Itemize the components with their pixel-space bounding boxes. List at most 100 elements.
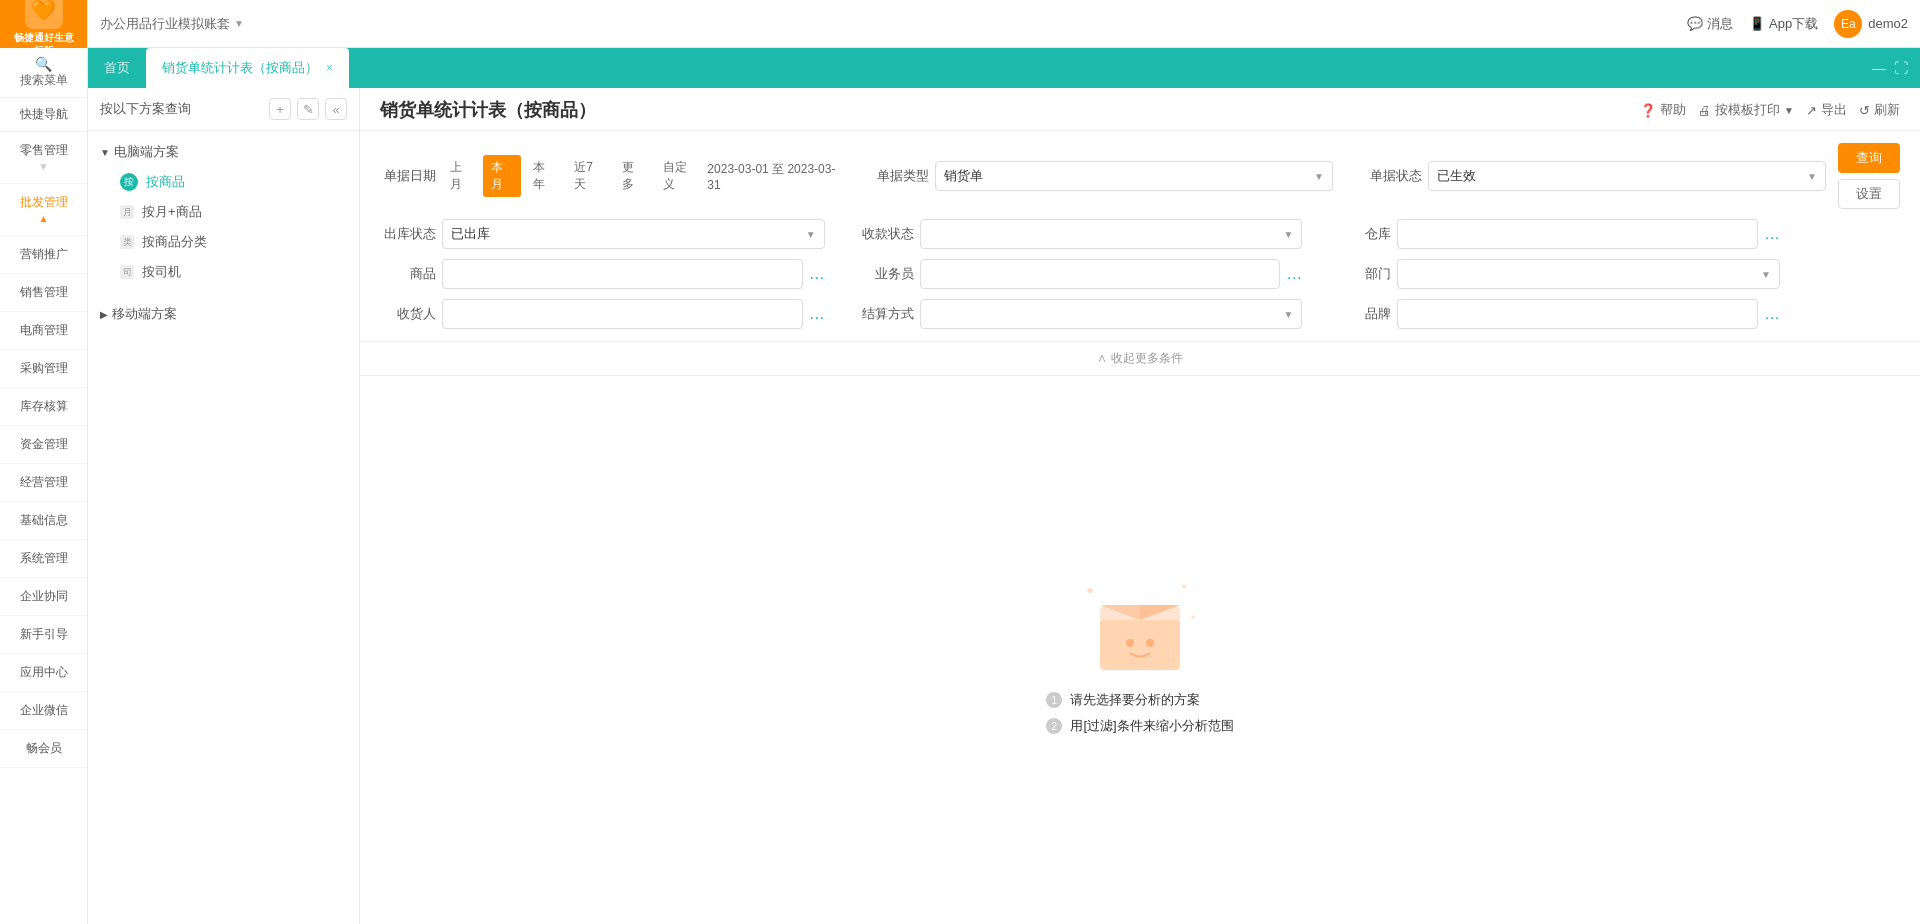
filter-cell-dept: 部门 ▼ (1335, 259, 1780, 289)
sidebar-item-sales[interactable]: 销售管理 (0, 274, 87, 312)
message-icon: 💬 (1687, 16, 1703, 31)
scheme-item-driver[interactable]: 司 按司机 (88, 257, 359, 287)
app-download-label: App下载 (1769, 15, 1818, 33)
filter-cell-warehouse: 仓库 … (1335, 219, 1780, 249)
collapse-panel-btn[interactable]: « (325, 98, 347, 120)
dept-select[interactable]: ▼ (1397, 259, 1780, 289)
sidebar: 🧡 畅捷通好生意 标版 🔍 搜索菜单 快捷导航 零售管理 ▼ 批发管理 ▲ 营销… (0, 0, 88, 924)
date-range-text: 2023-03-01 至 2023-03-31 (707, 161, 840, 192)
scheme-parent-mobile[interactable]: ▶ 移动端方案 (88, 299, 359, 329)
goods-ellipsis[interactable]: … (809, 265, 825, 283)
query-area: 销货单统计计表（按商品） ❓ 帮助 🖨 按模板打印 ▼ ↗ 导出 (360, 88, 1920, 924)
sidebar-item-label: 畅会员 (0, 740, 87, 757)
settlement-label: 结算方式 (858, 305, 914, 323)
tab-home[interactable]: 首页 (88, 48, 146, 88)
sidebar-item-wechat[interactable]: 企业微信 (0, 692, 87, 730)
payment-select[interactable]: ▼ (920, 219, 1303, 249)
scheme-label: 按司机 (142, 263, 181, 281)
sidebar-item-newuser[interactable]: 新手引导 (0, 616, 87, 654)
collapse-bar[interactable]: ∧ 收起更多条件 (360, 342, 1920, 376)
svg-text:✦: ✦ (1180, 581, 1188, 592)
chevron-down-icon: ▼ (1761, 269, 1771, 280)
scheme-parent-desktop[interactable]: ▼ 电脑端方案 (88, 137, 359, 167)
edit-scheme-btn[interactable]: ✎ (297, 98, 319, 120)
salesman-ellipsis[interactable]: … (1286, 265, 1302, 283)
date-label: 单据日期 (380, 167, 436, 185)
empty-illustration: ✦ ✦ ✦ (1075, 565, 1205, 675)
chevron-down-icon: ▼ (1807, 171, 1817, 182)
print-dropdown-icon: ▼ (1784, 105, 1794, 116)
tab-sales-report-label: 销货单统计计表（按商品） (162, 59, 318, 77)
filter-panel-header: 按以下方案查询 + ✎ « (88, 88, 359, 131)
query-button[interactable]: 查询 (1838, 143, 1900, 173)
window-minimize-icon[interactable]: — (1872, 60, 1886, 76)
empty-step-1-text: 请先选择要分析的方案 (1070, 691, 1200, 709)
date-tab-last-month[interactable]: 上月 (442, 155, 479, 197)
scheme-item-month-goods[interactable]: 月 按月+商品 (88, 197, 359, 227)
outstatus-select[interactable]: 已出库 ▼ (442, 219, 825, 249)
sidebar-item-inventory[interactable]: 库存核算 (0, 388, 87, 426)
sidebar-item-appcenter[interactable]: 应用中心 (0, 654, 87, 692)
brand-ellipsis[interactable]: … (1764, 305, 1780, 323)
industry-selector[interactable]: 办公用品行业模拟账套 ▼ (100, 15, 244, 33)
sidebar-item-ecommerce[interactable]: 电商管理 (0, 312, 87, 350)
window-maximize-icon[interactable]: ⛶ (1894, 60, 1908, 76)
receiver-ellipsis[interactable]: … (809, 305, 825, 323)
edit-icon: ✎ (303, 102, 314, 117)
warehouse-ellipsis[interactable]: … (1764, 225, 1780, 243)
sidebar-item-marketing[interactable]: 营销推广 (0, 236, 87, 274)
sidebar-item-label: 新手引导 (0, 626, 87, 643)
scheme-group-mobile: ▶ 移动端方案 (88, 293, 359, 335)
dept-label: 部门 (1335, 265, 1391, 283)
filter-form: 单据日期 上月 本月 本年 近7天 更多 自定义 2023-03-01 至 20… (360, 131, 1920, 342)
chevron-down-icon: ▼ (1283, 229, 1293, 240)
sidebar-item-finance[interactable]: 资金管理 (0, 426, 87, 464)
sidebar-item-retail[interactable]: 零售管理 ▼ (0, 132, 87, 184)
app-download-btn[interactable]: 📱 App下载 (1749, 15, 1818, 33)
sidebar-item-system[interactable]: 系统管理 (0, 540, 87, 578)
add-scheme-btn[interactable]: + (269, 98, 291, 120)
sidebar-item-wholesale[interactable]: 批发管理 ▲ (0, 184, 87, 236)
brand-input[interactable] (1397, 299, 1758, 329)
sidebar-item-member[interactable]: 畅会员 (0, 730, 87, 768)
date-tab-more[interactable]: 更多 (614, 155, 651, 197)
settings-button[interactable]: 设置 (1838, 179, 1900, 209)
app-logo: 🧡 畅捷通好生意 标版 (0, 0, 87, 48)
scheme-item-by-goods[interactable]: 按 按商品 (88, 167, 359, 197)
sidebar-item-basics[interactable]: 基础信息 (0, 502, 87, 540)
print-btn[interactable]: 🖨 按模板打印 ▼ (1698, 101, 1794, 119)
date-tab-7days[interactable]: 近7天 (566, 155, 609, 197)
sidebar-item-purchase[interactable]: 采购管理 (0, 350, 87, 388)
expand-arrow-icon: ▼ (100, 147, 110, 158)
tab-sales-report[interactable]: 销货单统计计表（按商品） × (146, 48, 349, 88)
filter-cell-docstatus: 单据状态 已生效 ▼ (1366, 161, 1826, 191)
date-tab-this-year[interactable]: 本年 (525, 155, 562, 197)
help-btn[interactable]: ❓ 帮助 (1640, 101, 1686, 119)
scheme-parent-label: 电脑端方案 (114, 143, 179, 161)
tab-close-icon[interactable]: × (326, 61, 333, 75)
collapse-label: ∧ 收起更多条件 (1097, 351, 1182, 365)
main-area: 办公用品行业模拟账套 ▼ 💬 消息 📱 App下载 Ea demo2 首页 (88, 0, 1920, 924)
doctype-select[interactable]: 销货单 ▼ (935, 161, 1333, 191)
quick-nav[interactable]: 快捷导航 (0, 98, 87, 132)
message-btn[interactable]: 💬 消息 (1687, 15, 1733, 33)
user-menu[interactable]: Ea demo2 (1834, 10, 1908, 38)
warehouse-input[interactable] (1397, 219, 1758, 249)
salesman-input[interactable] (920, 259, 1281, 289)
scheme-item-category[interactable]: 类 按商品分类 (88, 227, 359, 257)
chevron-down-icon: ▼ (806, 229, 816, 240)
export-btn[interactable]: ↗ 导出 (1806, 101, 1847, 119)
date-tab-custom[interactable]: 自定义 (655, 155, 703, 197)
date-tab-this-month[interactable]: 本月 (483, 155, 520, 197)
search-menu[interactable]: 🔍 搜索菜单 (0, 48, 87, 98)
goods-input[interactable] (442, 259, 803, 289)
receiver-input[interactable] (442, 299, 803, 329)
settlement-select[interactable]: ▼ (920, 299, 1303, 329)
sidebar-item-enterprise[interactable]: 企业协同 (0, 578, 87, 616)
filter-cell-date: 单据日期 上月 本月 本年 近7天 更多 自定义 2023-03-01 至 20… (380, 155, 840, 197)
docstatus-select[interactable]: 已生效 ▼ (1428, 161, 1826, 191)
empty-step-1: 1 请先选择要分析的方案 (1046, 691, 1233, 709)
svg-point-4 (1126, 639, 1134, 647)
refresh-btn[interactable]: ↺ 刷新 (1859, 101, 1900, 119)
sidebar-item-operations[interactable]: 经营管理 (0, 464, 87, 502)
